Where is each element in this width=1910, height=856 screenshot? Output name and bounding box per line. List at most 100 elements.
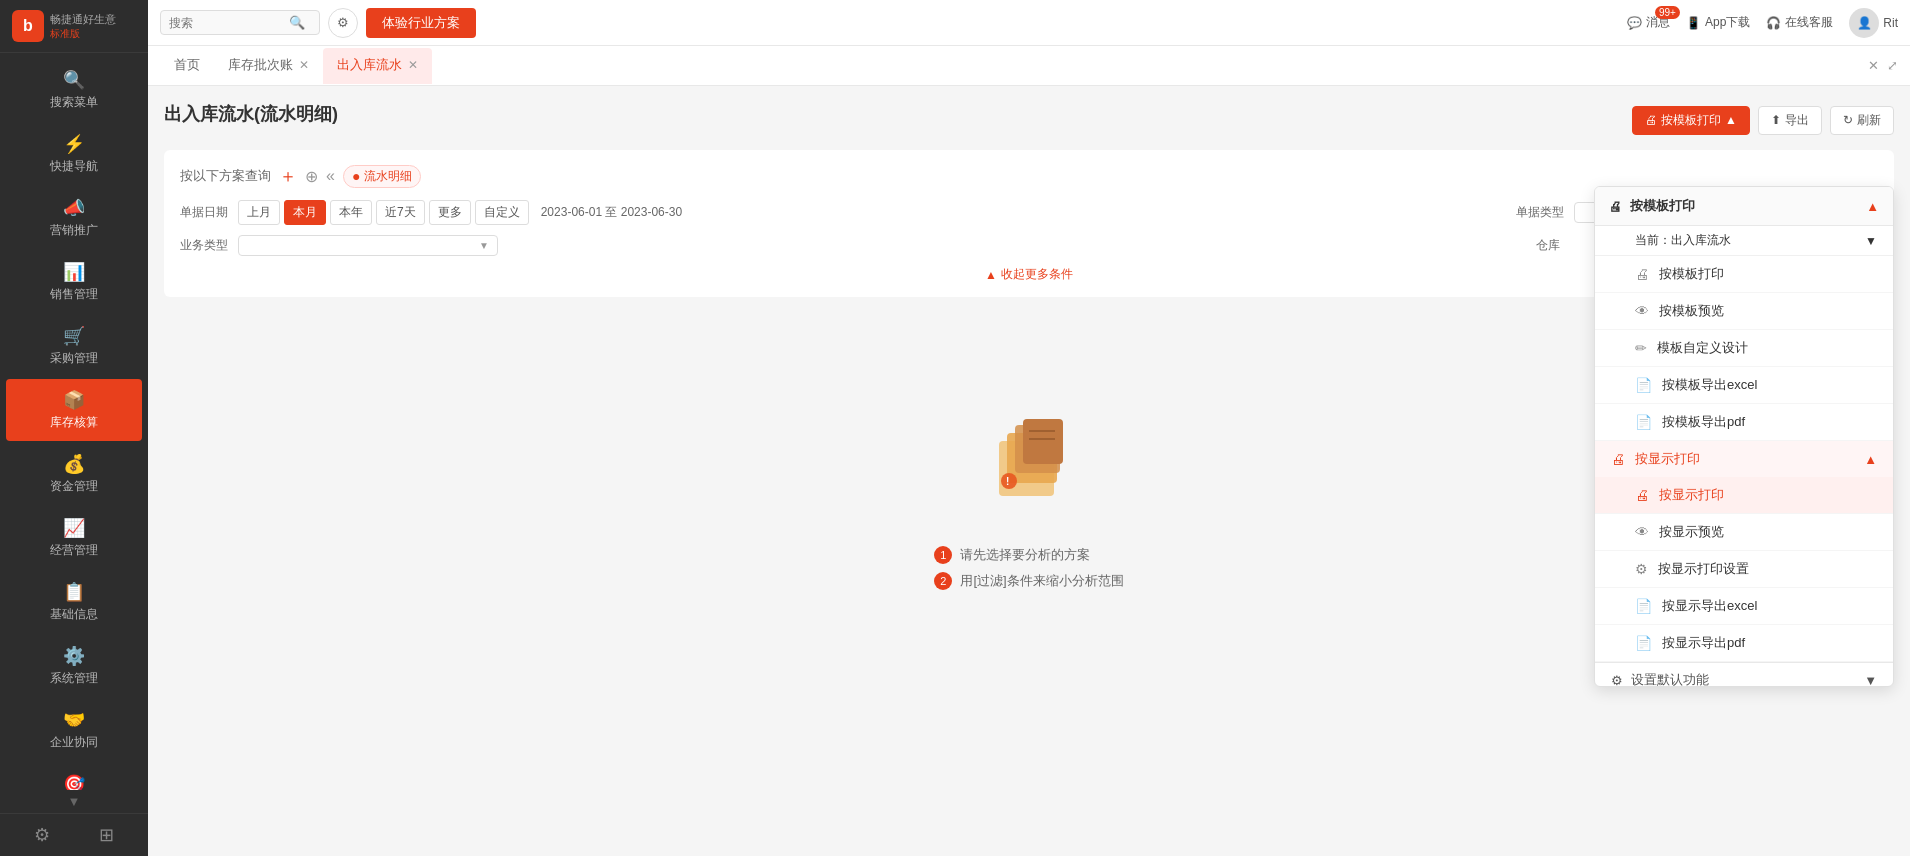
dropdown-title: 按模板打印 — [1630, 197, 1695, 215]
business-type-arrow: ▼ — [479, 240, 489, 251]
sidebar-item-basic[interactable]: 📋 基础信息 — [6, 571, 142, 633]
dropdown-display-export-pdf[interactable]: 📄 按显示导出pdf — [1595, 625, 1893, 662]
close-window-icon[interactable]: ✕ — [1868, 58, 1879, 73]
dropdown-set-default[interactable]: ⚙ 设置默认功能 ▼ — [1595, 662, 1893, 686]
date-last-month[interactable]: 上月 — [238, 200, 280, 225]
tab-batch-account-close[interactable]: ✕ — [299, 58, 309, 72]
bottom-collapse-icon[interactable]: ⊞ — [99, 824, 114, 846]
display-excel-icon: 📄 — [1635, 598, 1652, 614]
business-type-label: 业务类型 — [180, 237, 230, 254]
guide-icon: 🎯 — [63, 773, 85, 790]
sidebar-item-operation[interactable]: 📈 经营管理 — [6, 507, 142, 569]
dropdown-display-export-excel[interactable]: 📄 按显示导出excel — [1595, 588, 1893, 625]
message-button[interactable]: 💬 消息 99+ — [1627, 14, 1670, 31]
export-button[interactable]: ⬆ 导出 — [1758, 106, 1822, 135]
sidebar-item-system[interactable]: ⚙️ 系统管理 — [6, 635, 142, 697]
sidebar-item-purchase[interactable]: 🛒 采购管理 — [6, 315, 142, 377]
tab-flow[interactable]: 出入库流水 ✕ — [323, 48, 432, 84]
sidebar-item-operation-label: 经营管理 — [50, 542, 98, 559]
marketing-icon: 📣 — [63, 197, 85, 219]
display-print-icon: 🖨 — [1635, 487, 1649, 503]
filter-add-button[interactable]: ＋ — [279, 164, 297, 188]
display-export-pdf-label: 按显示导出pdf — [1662, 634, 1745, 652]
search-icon: 🔍 — [289, 15, 305, 30]
template-excel-icon: 📄 — [1635, 377, 1652, 393]
date-last-7days[interactable]: 近7天 — [376, 200, 425, 225]
sidebar-item-basic-label: 基础信息 — [50, 606, 98, 623]
business-type-filter-item: 业务类型 ▼ — [180, 235, 498, 256]
system-icon: ⚙️ — [63, 645, 85, 667]
sidebar-item-purchase-label: 采购管理 — [50, 350, 98, 367]
message-icon: 💬 — [1627, 16, 1642, 30]
expand-icon[interactable]: ⤢ — [1887, 58, 1898, 73]
filter-setting-button[interactable]: ⊕ — [305, 167, 318, 186]
bill-type-label: 单据类型 — [1516, 204, 1566, 221]
message-badge: 99+ — [1655, 6, 1680, 19]
sales-icon: 📊 — [63, 261, 85, 283]
sidebar-item-finance[interactable]: 💰 资金管理 — [6, 443, 142, 505]
sidebar-item-search-label: 搜索菜单 — [50, 94, 98, 111]
template-print-label: 按模板打印 — [1659, 265, 1724, 283]
date-custom[interactable]: 自定义 — [475, 200, 529, 225]
dropdown-template-custom[interactable]: ✏ 模板自定义设计 — [1595, 330, 1893, 367]
sidebar-scroll-down[interactable]: ▼ — [0, 790, 148, 813]
cooperation-icon: 🤝 — [63, 709, 85, 731]
bottom-settings-icon[interactable]: ⚙ — [34, 824, 50, 846]
dropdown-template-export-pdf[interactable]: 📄 按模板导出pdf — [1595, 404, 1893, 441]
dropdown-up-arrow[interactable]: ▲ — [1866, 199, 1879, 214]
tab-home[interactable]: 首页 — [160, 48, 214, 84]
sidebar-item-search[interactable]: 🔍 搜索菜单 — [6, 59, 142, 121]
step1-num: 1 — [934, 546, 952, 564]
customer-service-button[interactable]: 🎧 在线客服 — [1766, 14, 1833, 31]
sidebar-item-guide[interactable]: 🎯 新手引导 — [6, 763, 142, 790]
current-label-arrow[interactable]: ▼ — [1865, 234, 1877, 248]
display-section-collapse-icon: ▲ — [1864, 452, 1877, 467]
template-pdf-icon: 📄 — [1635, 414, 1652, 430]
print-template-button[interactable]: 🖨 按模板打印 ▲ — [1632, 106, 1750, 135]
business-type-select[interactable]: ▼ — [238, 235, 498, 256]
dropdown-display-print-settings[interactable]: ⚙ 按显示打印设置 — [1595, 551, 1893, 588]
dropdown-display-print[interactable]: 🖨 按显示打印 — [1595, 477, 1893, 514]
chevron-down-icon: ▼ — [68, 794, 81, 809]
user-area[interactable]: 👤 Rit — [1849, 8, 1898, 38]
sidebar-item-quick-nav[interactable]: ⚡ 快捷导航 — [6, 123, 142, 185]
template-custom-icon: ✏ — [1635, 340, 1647, 356]
date-range: 2023-06-01 至 2023-06-30 — [541, 204, 682, 221]
template-preview-label: 按模板预览 — [1659, 302, 1724, 320]
header-left: 🔍 ⚙ 体验行业方案 — [160, 8, 476, 38]
date-this-month[interactable]: 本月 — [284, 200, 326, 225]
step1-label: 请先选择要分析的方案 — [960, 546, 1090, 564]
date-this-year[interactable]: 本年 — [330, 200, 372, 225]
display-print-settings-label: 按显示打印设置 — [1658, 560, 1749, 578]
display-settings-icon: ⚙ — [1635, 561, 1648, 577]
industry-button[interactable]: 体验行业方案 — [366, 8, 476, 38]
filter-tag[interactable]: ● 流水明细 — [343, 165, 421, 188]
dropdown-template-export-excel[interactable]: 📄 按模板导出excel — [1595, 367, 1893, 404]
sidebar-item-system-label: 系统管理 — [50, 670, 98, 687]
service-icon: 🎧 — [1766, 16, 1781, 30]
tab-flow-close[interactable]: ✕ — [408, 58, 418, 72]
sidebar-item-inventory[interactable]: 📦 库存核算 — [6, 379, 142, 441]
inventory-icon: 📦 — [63, 389, 85, 411]
sidebar-item-sales-label: 销售管理 — [50, 286, 98, 303]
sidebar-item-sales[interactable]: 📊 销售管理 — [6, 251, 142, 313]
tab-batch-account[interactable]: 库存批次账 ✕ — [214, 48, 323, 84]
search-input[interactable] — [169, 16, 289, 30]
header-search-box[interactable]: 🔍 — [160, 10, 320, 35]
display-print-section-icon: 🖨 — [1611, 451, 1625, 467]
app-download-button[interactable]: 📱 App下载 — [1686, 14, 1750, 31]
filter-collapse-button[interactable]: « — [326, 167, 335, 185]
dropdown-template-preview[interactable]: 👁 按模板预览 — [1595, 293, 1893, 330]
display-section-label: 按显示打印 — [1635, 450, 1700, 468]
display-print-section-header[interactable]: 🖨 按显示打印 ▲ — [1595, 441, 1893, 477]
gear-button[interactable]: ⚙ — [328, 8, 358, 38]
template-preview-icon: 👁 — [1635, 303, 1649, 319]
date-more[interactable]: 更多 — [429, 200, 471, 225]
sidebar-item-cooperation[interactable]: 🤝 企业协同 — [6, 699, 142, 761]
sidebar-item-marketing[interactable]: 📣 营销推广 — [6, 187, 142, 249]
dropdown-template-print[interactable]: 🖨 按模板打印 — [1595, 256, 1893, 293]
dropdown-display-preview[interactable]: 👁 按显示预览 — [1595, 514, 1893, 551]
chevron-up-icon: ▲ — [985, 268, 997, 282]
refresh-button[interactable]: ↻ 刷新 — [1830, 106, 1894, 135]
sidebar-item-finance-label: 资金管理 — [50, 478, 98, 495]
